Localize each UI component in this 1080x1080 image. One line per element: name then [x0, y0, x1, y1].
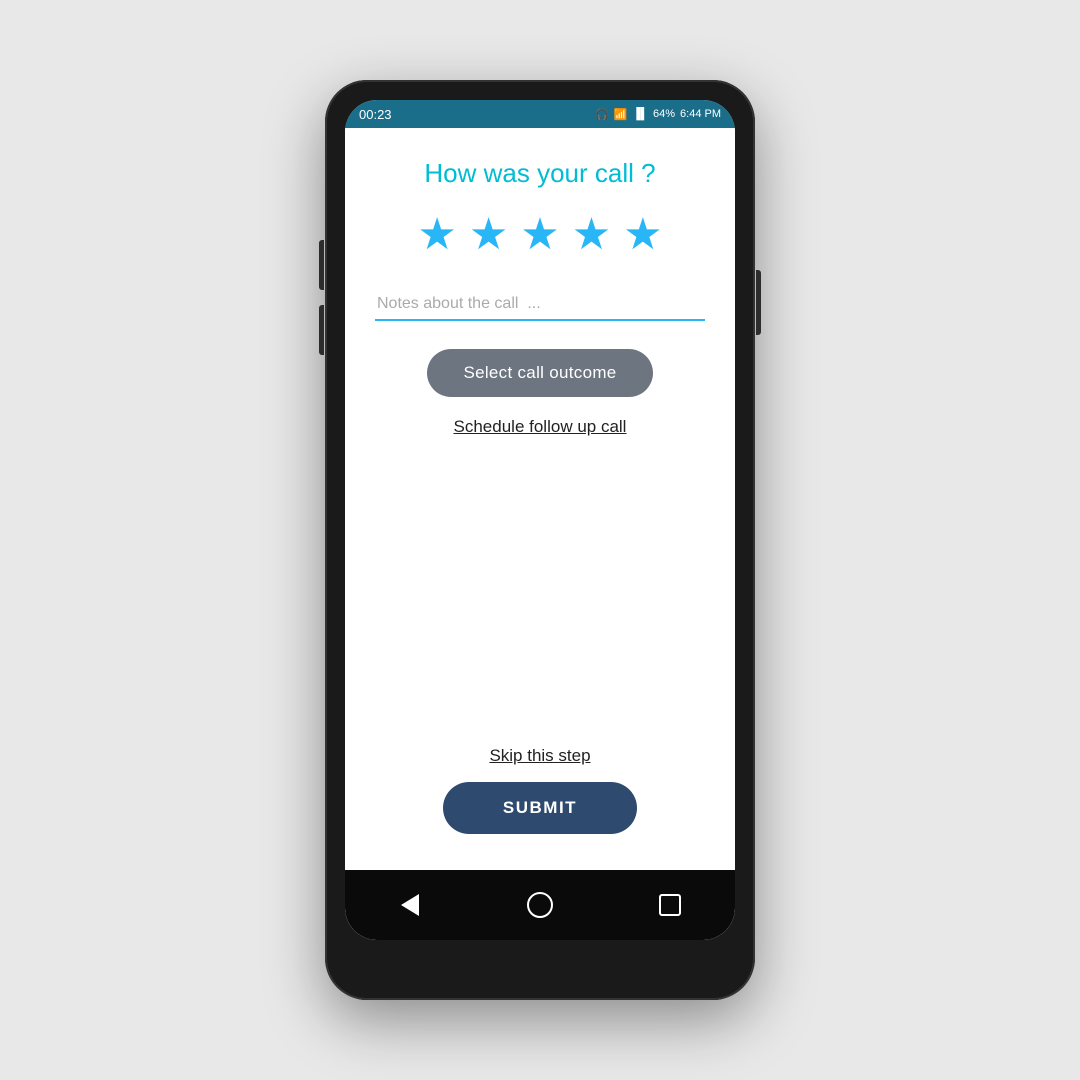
submit-button[interactable]: SUBMIT [443, 782, 637, 834]
system-time: 6:44 PM [680, 108, 721, 120]
recents-icon [659, 894, 681, 916]
vol-down-button[interactable] [319, 305, 324, 355]
home-icon [527, 892, 553, 918]
signal-icon: ▐▌ [632, 108, 648, 120]
headphone-icon: 🎧 [595, 108, 609, 121]
call-timer: 00:23 [359, 107, 392, 122]
phone-screen: 00:23 🎧 📶 ▐▌ 64% 6:44 PM How was your ca… [345, 100, 735, 940]
select-outcome-button[interactable]: Select call outcome [427, 349, 652, 397]
schedule-followup-button[interactable]: Schedule follow up call [454, 417, 627, 437]
notes-input[interactable] [375, 289, 705, 321]
status-icons: 🎧 📶 ▐▌ 64% 6:44 PM [595, 108, 721, 121]
battery-icon: 64% [653, 108, 675, 120]
star-2[interactable]: ★ [469, 213, 508, 257]
recents-button[interactable] [650, 885, 690, 925]
page-title: How was your call ? [424, 158, 655, 189]
star-4[interactable]: ★ [572, 213, 611, 257]
star-3[interactable]: ★ [520, 213, 559, 257]
star-rating[interactable]: ★ ★ ★ ★ ★ [417, 213, 662, 257]
star-1[interactable]: ★ [417, 213, 456, 257]
home-button[interactable] [520, 885, 560, 925]
star-5[interactable]: ★ [623, 213, 662, 257]
power-button[interactable] [756, 270, 761, 335]
skip-step-button[interactable]: Skip this step [489, 746, 590, 766]
back-icon [401, 894, 419, 916]
notes-container [375, 289, 705, 321]
wifi-icon: 📶 [614, 108, 628, 121]
phone-frame: 00:23 🎧 📶 ▐▌ 64% 6:44 PM How was your ca… [325, 80, 755, 1000]
back-button[interactable] [390, 885, 430, 925]
status-bar: 00:23 🎧 📶 ▐▌ 64% 6:44 PM [345, 100, 735, 128]
screen-content: How was your call ? ★ ★ ★ ★ ★ Select cal… [345, 128, 735, 870]
navigation-bar [345, 870, 735, 940]
vol-up-button[interactable] [319, 240, 324, 290]
